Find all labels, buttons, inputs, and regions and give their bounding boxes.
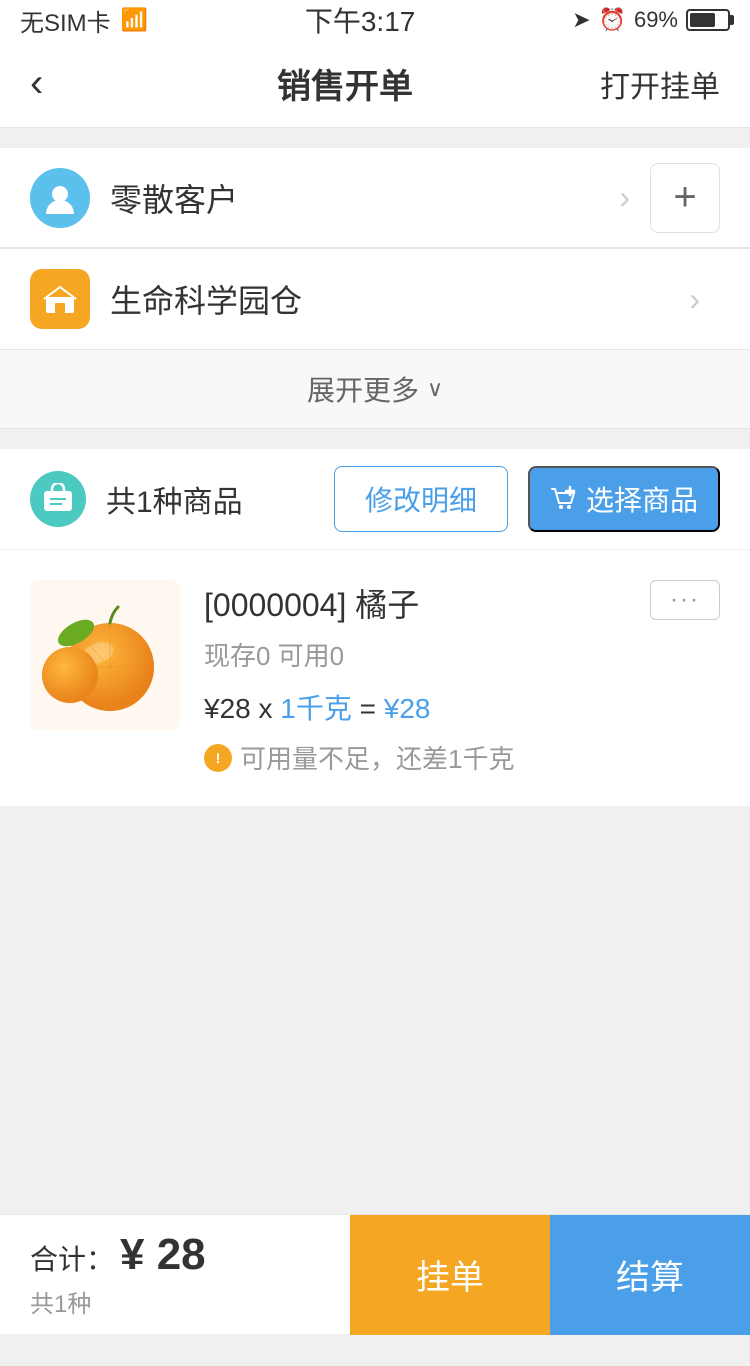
total-label: 合计：	[30, 1238, 114, 1278]
carrier-label: 无SIM卡	[20, 3, 111, 38]
product-title-row: [0000004] 橘子 ···	[204, 580, 720, 626]
back-button[interactable]: ‹	[30, 61, 90, 106]
select-product-button[interactable]: 选择商品	[528, 466, 720, 532]
total-section: 合计： ¥ 28 共1种	[0, 1230, 350, 1319]
expand-more-label: 展开更多	[307, 369, 419, 409]
product-card: [0000004] 橘子 ··· 现存0 可用0 ¥28 x 1千克 = ¥28…	[0, 549, 750, 806]
product-id: [0000004]	[204, 587, 346, 623]
product-quantity: 1千克	[280, 693, 352, 724]
product-price-row: ¥28 x 1千克 = ¥28	[204, 687, 720, 727]
content-background	[0, 806, 750, 1246]
status-right: ➤ ⏰ 69%	[572, 7, 730, 33]
product-price: ¥28	[204, 693, 251, 724]
svg-text:!: !	[216, 750, 221, 766]
product-image	[30, 580, 180, 730]
customer-name: 零散客户	[110, 175, 619, 221]
checkout-button[interactable]: 结算	[550, 1215, 750, 1335]
expand-arrow-icon: ∨	[427, 376, 443, 402]
products-icon	[30, 471, 86, 527]
product-more-button[interactable]: ···	[650, 580, 720, 620]
orange-image	[40, 595, 170, 715]
hang-button[interactable]: 挂单	[350, 1215, 550, 1335]
add-customer-button[interactable]: +	[650, 163, 720, 233]
warehouse-icon	[30, 269, 90, 329]
product-warning: ! 可用量不足，还差1千克	[204, 739, 720, 776]
battery-label: 69%	[634, 7, 678, 33]
product-name: 橘子	[355, 587, 419, 623]
wifi-icon: 📶	[121, 7, 148, 33]
alarm-icon: ⏰	[599, 7, 626, 33]
customer-actions: › +	[619, 163, 720, 233]
total-amount: ¥ 28	[120, 1230, 206, 1280]
warehouse-row[interactable]: 生命科学园仓 ›	[0, 249, 750, 349]
product-info: [0000004] 橘子 ··· 现存0 可用0 ¥28 x 1千克 = ¥28…	[204, 580, 720, 776]
products-header: 共1种商品 修改明细 选择商品	[0, 449, 750, 549]
status-left: 无SIM卡 📶	[20, 3, 148, 38]
separator-1	[0, 128, 750, 148]
expand-more-button[interactable]: 展开更多 ∨	[0, 349, 750, 429]
product-multiply: x	[259, 693, 273, 724]
customer-chevron-icon: ›	[619, 179, 630, 216]
warehouse-name: 生命科学园仓	[110, 276, 689, 322]
customer-row[interactable]: 零散客户 › +	[0, 148, 750, 248]
select-product-label: 选择商品	[586, 479, 698, 519]
warning-icon: !	[204, 744, 232, 772]
warning-text: 可用量不足，还差1千克	[240, 739, 514, 776]
time-label: 下午3:17	[305, 0, 416, 40]
product-total: ¥28	[384, 693, 431, 724]
products-count-label: 共1种商品	[106, 477, 314, 521]
product-title: [0000004] 橘子	[204, 580, 650, 626]
cart-add-icon	[550, 485, 578, 513]
page-title: 销售开单	[277, 59, 413, 108]
product-equals: =	[360, 693, 376, 724]
separator-3	[0, 429, 750, 449]
status-bar: 无SIM卡 📶 下午3:17 ➤ ⏰ 69%	[0, 0, 750, 40]
location-icon: ➤	[572, 7, 590, 33]
product-stock: 现存0 可用0	[204, 636, 720, 673]
nav-bar: ‹ 销售开单 打开挂单	[0, 40, 750, 128]
warehouse-chevron-icon: ›	[689, 281, 700, 318]
total-count: 共1种	[30, 1284, 320, 1319]
customer-avatar	[30, 168, 90, 228]
open-hang-button[interactable]: 打开挂单	[600, 62, 720, 106]
bottom-bar: 合计： ¥ 28 共1种 挂单 结算	[0, 1214, 750, 1334]
modify-detail-button[interactable]: 修改明细	[334, 466, 508, 532]
battery-icon	[686, 9, 730, 31]
